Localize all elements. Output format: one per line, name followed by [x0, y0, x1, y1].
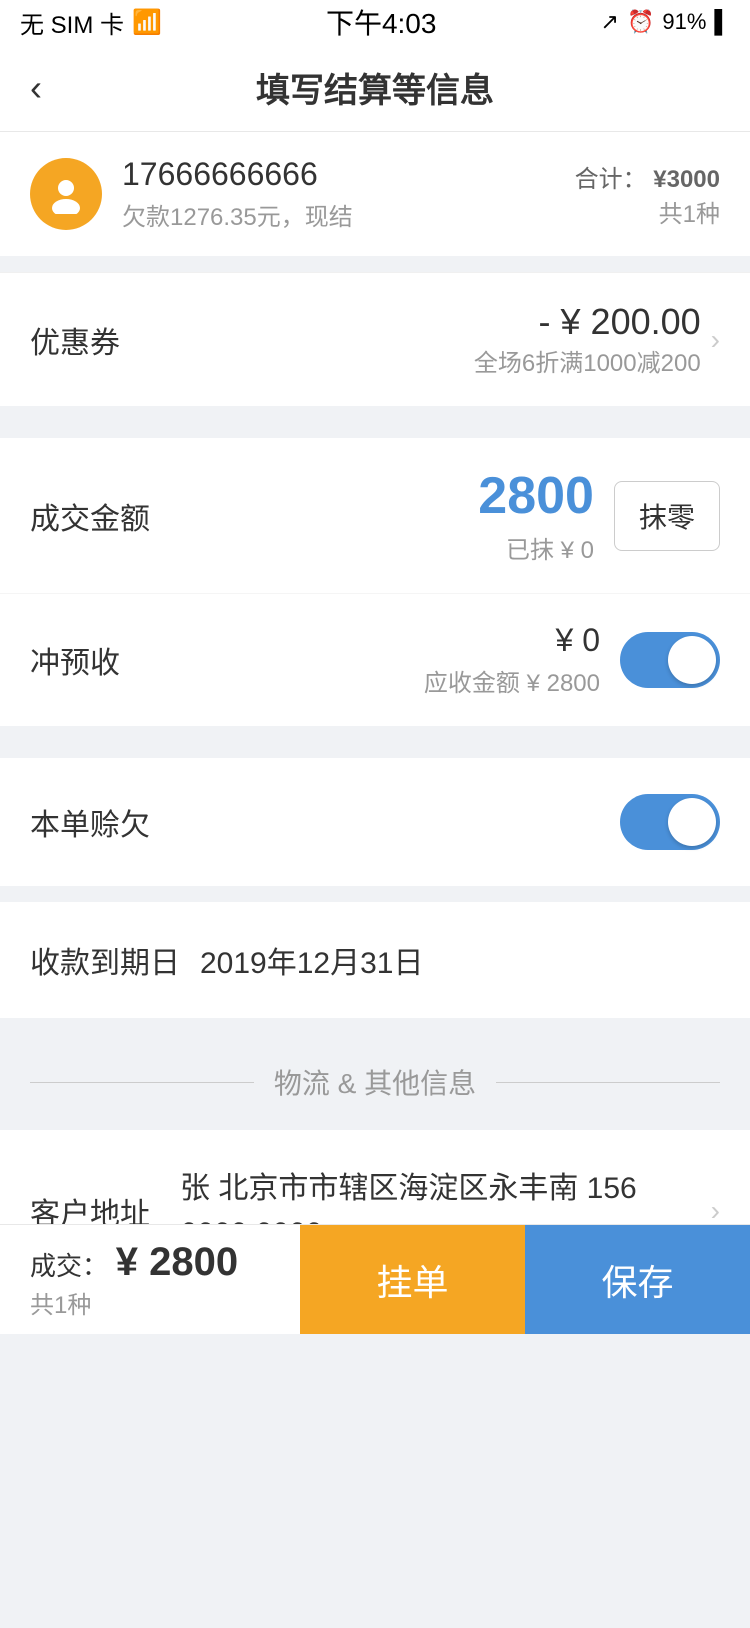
location-icon: ↗: [601, 9, 619, 35]
section-divider-2: [0, 742, 750, 758]
logistics-header: 物流 & 其他信息: [0, 1034, 750, 1130]
prepaid-toggle[interactable]: [620, 632, 720, 688]
coupon-desc: 全场6折满1000减200: [474, 343, 701, 378]
logistics-line-right: [496, 1082, 720, 1083]
prepaid-amount: ¥ 0: [424, 622, 600, 659]
erase-zero-button[interactable]: 抹零: [614, 481, 720, 551]
status-left: 无 SIM 卡 📶: [20, 5, 162, 40]
customer-debt: 欠款1276.35元，现结: [122, 197, 353, 232]
customer-phone: 17666666666: [122, 156, 353, 193]
sim-status: 无 SIM 卡: [20, 5, 124, 40]
empty-space: [0, 1308, 750, 1508]
coupon-value-wrap: - ¥ 200.00 全场6折满1000减200: [474, 301, 701, 378]
amount-erased: 已抹 ¥ 0: [478, 530, 594, 565]
logistics-label: 物流 & 其他信息: [274, 1062, 476, 1102]
status-right: ↗ ⏰ 91% ▌: [601, 9, 730, 35]
pending-button[interactable]: 挂单: [300, 1225, 525, 1334]
coupon-right: - ¥ 200.00 全场6折满1000减200 ›: [474, 301, 720, 378]
customer-left: 17666666666 欠款1276.35元，现结: [30, 156, 353, 232]
coupon-row[interactable]: 优惠券 - ¥ 200.00 全场6折满1000减200 ›: [0, 272, 750, 406]
due-date-value: 2019年12月31日: [200, 938, 423, 982]
back-button[interactable]: ‹: [30, 67, 90, 109]
transaction-amount-section: 成交金额 2800 已抹 ¥ 0 抹零 冲预收 ¥ 0 应收金额 ¥ 2800: [0, 438, 750, 726]
coupon-label: 优惠券: [30, 318, 120, 362]
prepaid-values: ¥ 0 应收金额 ¥ 2800: [424, 622, 600, 698]
amount-row: 成交金额 2800 已抹 ¥ 0 抹零: [0, 438, 750, 593]
wifi-icon: 📶: [132, 8, 162, 37]
prepaid-label: 冲预收: [30, 638, 120, 682]
logistics-line-left: [30, 1082, 254, 1083]
prepaid-row: 冲预收 ¥ 0 应收金额 ¥ 2800: [0, 593, 750, 726]
page-title: 填写结算等信息: [256, 63, 494, 112]
save-button[interactable]: 保存: [525, 1225, 750, 1334]
avatar: [30, 158, 102, 230]
amount-right: 2800 已抹 ¥ 0 抹零: [478, 466, 720, 565]
due-date-row: 收款到期日 2019年12月31日: [0, 902, 750, 1018]
amount-value-wrap: 2800 已抹 ¥ 0: [478, 466, 594, 565]
prepaid-receivable: 应收金额 ¥ 2800: [424, 663, 600, 698]
debit-row: 本单赊欠: [0, 758, 750, 886]
due-date-label: 收款到期日: [30, 938, 180, 982]
bottom-summary-label-row: 成交： ¥ 2800: [30, 1240, 270, 1285]
customer-card: 17666666666 欠款1276.35元，现结 合计： ¥3000 共1种: [0, 132, 750, 256]
prepaid-right: ¥ 0 应收金额 ¥ 2800: [424, 622, 720, 698]
address-chevron-icon: ›: [711, 1195, 720, 1227]
debit-label: 本单赊欠: [30, 800, 150, 844]
status-bar: 无 SIM 卡 📶 下午4:03 ↗ ⏰ 91% ▌: [0, 0, 750, 44]
debit-toggle[interactable]: [620, 794, 720, 850]
summary-count: 共1种: [30, 1285, 270, 1320]
total-count: 共1种: [575, 194, 720, 229]
nav-bar: ‹ 填写结算等信息: [0, 44, 750, 132]
bottom-bar: 成交： ¥ 2800 共1种 挂单 保存: [0, 1224, 750, 1334]
section-divider-1: [0, 422, 750, 438]
customer-total: 合计： ¥3000 共1种: [575, 159, 720, 229]
battery-icon: ▌: [714, 9, 730, 35]
status-time: 下午4:03: [326, 2, 437, 42]
alarm-icon: ⏰: [627, 9, 654, 35]
amount-label: 成交金额: [30, 494, 150, 538]
total-label: 合计： ¥3000: [575, 159, 720, 194]
summary-amount: ¥ 2800: [116, 1240, 238, 1284]
bottom-summary: 成交： ¥ 2800 共1种: [0, 1240, 300, 1320]
coupon-amount: - ¥ 200.00: [474, 301, 701, 343]
summary-label: 成交：: [30, 1251, 108, 1281]
content-area: 17666666666 欠款1276.35元，现结 合计： ¥3000 共1种 …: [0, 132, 750, 1628]
transaction-amount-value: 2800: [478, 466, 594, 526]
customer-info: 17666666666 欠款1276.35元，现结: [122, 156, 353, 232]
battery-level: 91%: [662, 9, 706, 35]
coupon-chevron-icon: ›: [711, 324, 720, 356]
